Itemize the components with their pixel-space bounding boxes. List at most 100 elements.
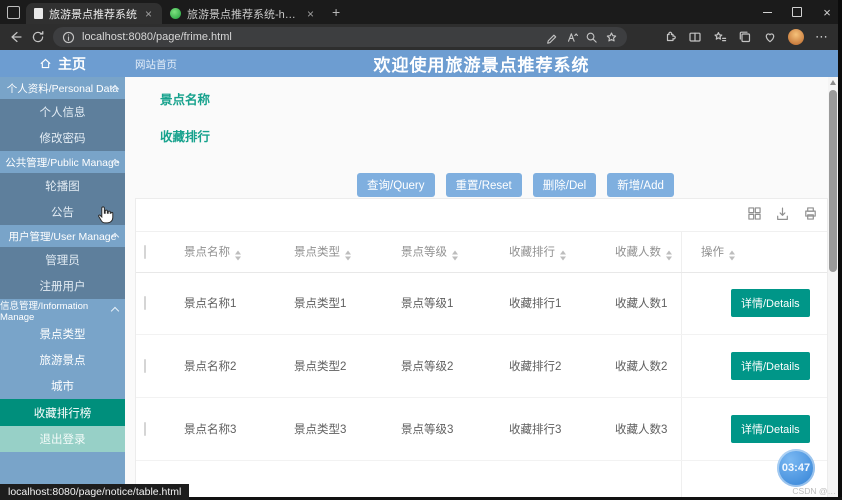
sidebar-item-personal-info[interactable]: 个人信息 <box>0 99 125 125</box>
col-header-scenic-level[interactable]: 景点等级 <box>401 244 458 261</box>
select-all-checkbox[interactable] <box>144 245 146 259</box>
extensions-puzzle-icon[interactable] <box>663 30 677 44</box>
table-row: 景点名称3 景点类型3 景点等级3 收藏排行3 收藏人数3 详情/Details <box>136 397 827 461</box>
sidebar-home-header[interactable]: 主页 <box>0 50 125 77</box>
sidebar-item-label: 退出登录 <box>39 434 86 446</box>
col-header-scenic-type[interactable]: 景点类型 <box>294 244 351 261</box>
sidebar-group-information-manage[interactable]: 信息管理/Information Manage <box>0 299 125 323</box>
col-header-favorite-count[interactable]: 收藏人数 <box>615 244 672 261</box>
cell-favorite-rank: 收藏排行1 <box>509 297 562 310</box>
sidebar-item-scenic-spot[interactable]: 旅游景点 <box>0 347 125 373</box>
details-button[interactable]: 详情/Details <box>731 351 810 380</box>
details-button[interactable]: 详情/Details <box>731 288 810 317</box>
scroll-up-arrow-icon[interactable] <box>830 80 836 85</box>
sort-icon[interactable] <box>452 250 458 261</box>
sort-icon[interactable] <box>666 250 672 261</box>
cell-scenic-level: 景点等级3 <box>401 423 454 436</box>
page-favicon-icon <box>34 8 43 19</box>
sidebar-item-label: 轮播图 <box>45 181 80 193</box>
sort-icon[interactable] <box>345 250 351 261</box>
collections-icon[interactable] <box>738 30 752 44</box>
home-icon <box>40 58 51 69</box>
address-bar[interactable]: localhost:8080/page/frime.html <box>53 27 627 47</box>
filter-columns-icon[interactable] <box>745 204 763 222</box>
col-header-scenic-name[interactable]: 景点名称 <box>184 244 241 261</box>
refresh-icon[interactable] <box>30 29 46 45</box>
browser-toolbar: localhost:8080/page/frime.html ⋯ <box>0 24 842 50</box>
split-screen-icon[interactable] <box>688 30 702 44</box>
ink-pen-icon[interactable] <box>545 31 558 44</box>
browser-tab-1[interactable]: 旅游景点推荐系统 × <box>26 3 163 24</box>
window-right-edge <box>838 0 842 500</box>
table-header-row: 景点名称 景点类型 景点等级 收藏排行 收藏人数 操作 <box>136 231 827 273</box>
sidebar-item-label: 注册用户 <box>39 281 86 293</box>
favorite-star-icon[interactable] <box>605 31 618 44</box>
profile-avatar[interactable] <box>788 29 804 45</box>
sidebar-item-admin[interactable]: 管理员 <box>0 247 125 273</box>
delete-button[interactable]: 删除/Del <box>532 173 597 197</box>
maximize-button[interactable] <box>782 0 812 24</box>
main-content: 景点名称 收藏排行 查询/Query 重置/Reset 删除/Del 新增/Ad… <box>125 77 838 497</box>
sidebar-group-personal-data[interactable]: 个人资料/Personal Data <box>0 77 125 99</box>
table-action-bar: 查询/Query 重置/Reset 删除/Del 新增/Add <box>357 173 674 197</box>
sidebar-item-favorite-ranking-active[interactable]: 收藏排行榜 <box>0 399 125 426</box>
cell-favorite-count: 收藏人数2 <box>615 360 668 373</box>
content-scrollbar[interactable] <box>828 77 838 497</box>
sidebar-item-scenic-type[interactable]: 景点类型 <box>0 321 125 347</box>
field-label-favorite-rank: 收藏排行 <box>160 130 211 144</box>
sidebar-item-label: 旅游景点 <box>39 355 86 367</box>
sidebar-item-carousel[interactable]: 轮播图 <box>0 173 125 199</box>
sort-icon[interactable] <box>235 250 241 261</box>
tab-title: 旅游景点推荐系统 <box>49 8 137 21</box>
row-checkbox[interactable] <box>144 358 146 373</box>
back-icon[interactable] <box>7 29 23 45</box>
sidebar-group-user-manage[interactable]: 用户管理/User Manage <box>0 225 125 247</box>
sidebar-item-city[interactable]: 城市 <box>0 373 125 399</box>
sort-icon[interactable] <box>560 250 566 261</box>
data-table-card: 景点名称 景点类型 景点等级 收藏排行 收藏人数 操作 景点名称1 景点类型1 … <box>135 198 828 497</box>
sidebar-item-registered-users[interactable]: 注册用户 <box>0 273 125 299</box>
favorites-bar-icon[interactable] <box>713 30 727 44</box>
tab-close-icon[interactable]: × <box>143 7 154 21</box>
row-checkbox[interactable] <box>144 295 146 310</box>
browser-essentials-icon[interactable] <box>763 30 777 44</box>
minimize-button[interactable] <box>752 0 782 24</box>
new-tab-button[interactable]: + <box>324 0 348 24</box>
browser-tabstrip: 旅游景点推荐系统 × 旅游景点推荐系统-home × + × <box>0 0 842 24</box>
toolbar-extensions-area: ⋯ <box>663 29 835 45</box>
zoom-search-icon[interactable] <box>585 31 598 44</box>
scrollbar-thumb[interactable] <box>829 90 837 272</box>
sidebar-item-label: 城市 <box>51 381 74 393</box>
status-link-tooltip: localhost:8080/page/notice/table.html <box>0 484 190 500</box>
browser-tab-2[interactable]: 旅游景点推荐系统-home × <box>162 3 324 24</box>
row-checkbox[interactable] <box>144 421 146 436</box>
cell-favorite-rank: 收藏排行2 <box>509 360 562 373</box>
more-menu-icon[interactable]: ⋯ <box>815 29 829 45</box>
url-text[interactable]: localhost:8080/page/frime.html <box>82 31 232 43</box>
add-button[interactable]: 新增/Add <box>607 173 674 197</box>
sidebar-item-change-password[interactable]: 修改密码 <box>0 125 125 151</box>
reset-button[interactable]: 重置/Reset <box>445 173 522 197</box>
sidebar-item-label: 修改密码 <box>39 133 86 145</box>
col-header-operation[interactable]: 操作 <box>701 244 735 261</box>
site-info-icon[interactable] <box>62 31 75 44</box>
csdn-watermark: CSDN @… <box>792 486 836 496</box>
sidebar-item-label: 个人信息 <box>39 107 86 119</box>
video-timestamp-badge[interactable]: 03:47 <box>777 449 815 487</box>
table-row: 景点名称1 景点类型1 景点等级1 收藏排行1 收藏人数1 详情/Details <box>136 271 827 335</box>
details-button[interactable]: 详情/Details <box>731 414 810 443</box>
sidebar-group-public-manage[interactable]: 公共管理/Public Manage <box>0 151 125 173</box>
sidebar-item-label: 收藏排行榜 <box>33 407 92 420</box>
sort-icon[interactable] <box>729 250 735 261</box>
sidebar-item-label: 公告 <box>51 207 74 219</box>
export-icon[interactable] <box>773 204 791 222</box>
sidebar-item-label: 用户管理/User Manage <box>8 230 117 243</box>
print-icon[interactable] <box>801 204 819 222</box>
sidebar-item-logout[interactable]: 退出登录 <box>0 426 125 452</box>
tab-actions-icon[interactable] <box>0 0 26 24</box>
col-header-favorite-rank[interactable]: 收藏排行 <box>509 244 566 261</box>
read-aloud-icon[interactable] <box>565 31 578 44</box>
query-button[interactable]: 查询/Query <box>357 173 435 197</box>
cell-scenic-level: 景点等级1 <box>401 297 454 310</box>
tab-close-icon[interactable]: × <box>305 7 316 21</box>
